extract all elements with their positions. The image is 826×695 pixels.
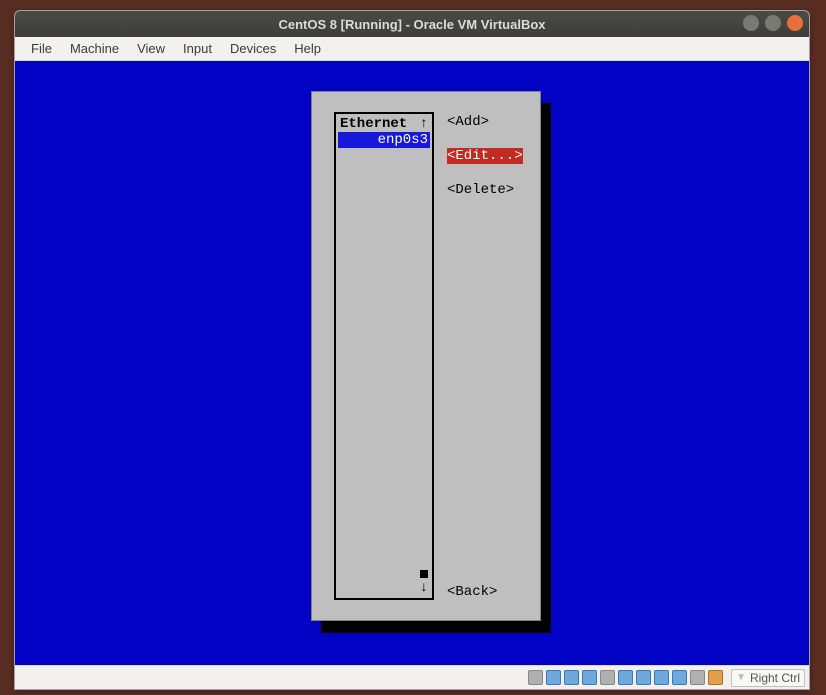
cpu-icon[interactable] <box>672 670 687 685</box>
menu-view[interactable]: View <box>129 39 173 58</box>
display-icon[interactable] <box>636 670 651 685</box>
network-icon[interactable] <box>582 670 597 685</box>
menu-help[interactable]: Help <box>286 39 329 58</box>
optical-icon[interactable] <box>546 670 561 685</box>
scroll-up-icon[interactable]: ↑ <box>420 116 428 132</box>
maximize-icon[interactable] <box>765 15 781 31</box>
recording-icon[interactable] <box>654 670 669 685</box>
menu-devices[interactable]: Devices <box>222 39 284 58</box>
hdd-icon[interactable] <box>528 670 543 685</box>
window-title: CentOS 8 [Running] - Oracle VM VirtualBo… <box>278 17 545 32</box>
host-key-arrow-icon: ▼ <box>736 672 746 683</box>
nmtui-dialog: Ethernet ↑ enp0s3 ↓ <Add> <Edit...> <Del… <box>311 91 541 621</box>
mouse-icon[interactable] <box>690 670 705 685</box>
back-button[interactable]: <Back> <box>447 584 497 600</box>
connection-listbox[interactable]: Ethernet ↑ enp0s3 ↓ <box>334 112 434 600</box>
status-icons <box>528 670 723 685</box>
host-key-indicator[interactable]: ▼ Right Ctrl <box>731 669 805 687</box>
minimize-icon[interactable] <box>743 15 759 31</box>
menu-file[interactable]: File <box>23 39 60 58</box>
window-controls <box>743 15 803 31</box>
list-header: Ethernet ↑ <box>336 116 432 132</box>
keyboard-icon[interactable] <box>708 670 723 685</box>
virtualbox-window: CentOS 8 [Running] - Oracle VM VirtualBo… <box>14 10 810 690</box>
connection-type-label: Ethernet <box>340 116 407 132</box>
audio-icon[interactable] <box>564 670 579 685</box>
host-key-label: Right Ctrl <box>750 671 800 685</box>
menubar: File Machine View Input Devices Help <box>15 37 809 61</box>
usb-icon[interactable] <box>600 670 615 685</box>
delete-button[interactable]: <Delete> <box>447 182 514 198</box>
add-button[interactable]: <Add> <box>447 114 489 130</box>
connection-item-enp0s3[interactable]: enp0s3 <box>338 132 430 148</box>
edit-button[interactable]: <Edit...> <box>447 148 523 164</box>
shared-folder-icon[interactable] <box>618 670 633 685</box>
vm-display[interactable]: Ethernet ↑ enp0s3 ↓ <Add> <Edit...> <Del… <box>15 61 810 665</box>
menu-machine[interactable]: Machine <box>62 39 127 58</box>
scrollbar-thumb[interactable] <box>420 570 428 578</box>
close-icon[interactable] <box>787 15 803 31</box>
menu-input[interactable]: Input <box>175 39 220 58</box>
titlebar: CentOS 8 [Running] - Oracle VM VirtualBo… <box>15 11 809 37</box>
statusbar: ▼ Right Ctrl <box>15 665 810 689</box>
scroll-down-icon[interactable]: ↓ <box>420 580 428 596</box>
